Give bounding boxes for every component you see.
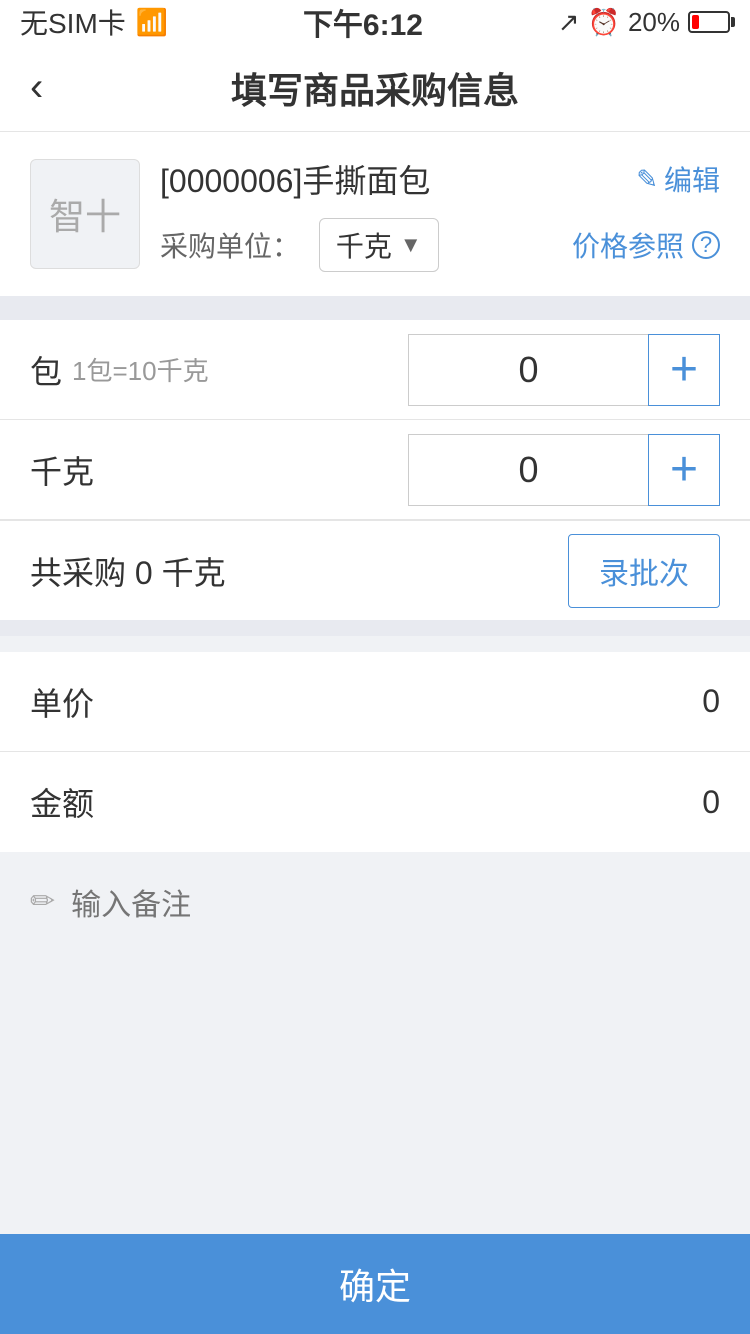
alarm-icon: ⏰ xyxy=(588,7,620,38)
notes-section: ✏ xyxy=(0,852,750,1192)
bag-plus-button[interactable]: + xyxy=(648,334,720,406)
status-indicators: ↗ ⏰ 20% xyxy=(558,7,730,38)
info-icon: ? xyxy=(692,231,720,259)
page-title: 填写商品采购信息 xyxy=(231,62,519,114)
quantity-section: 包 1包=10千克 + 千克 + xyxy=(0,320,750,520)
back-button[interactable]: ‹ xyxy=(30,65,43,110)
product-thumb-text: 智十 xyxy=(49,188,121,240)
section-divider-1 xyxy=(0,304,750,320)
amount-label: 金额 xyxy=(30,779,94,825)
product-unit-row: 采购单位： 千克 ▼ 价格参照 ? xyxy=(160,218,720,272)
amount-row: 金额 0 xyxy=(0,752,750,852)
price-ref-button[interactable]: 价格参照 ? xyxy=(572,225,720,265)
unit-value: 千克 xyxy=(336,225,392,265)
edit-icon: ✎ xyxy=(636,164,658,195)
edit-button[interactable]: ✎ 编辑 xyxy=(636,159,720,199)
bag-input-row: 包 1包=10千克 + xyxy=(0,320,750,420)
unit-price-row: 单价 0 xyxy=(0,652,750,752)
status-time: 下午6:12 xyxy=(303,0,423,44)
unit-arrow-icon: ▼ xyxy=(400,232,422,258)
nav-bar: ‹ 填写商品采购信息 xyxy=(0,44,750,132)
summary-total: 共采购 0 千克 xyxy=(30,548,226,594)
bag-sublabel: 1包=10千克 xyxy=(72,351,209,388)
unit-label: 采购单位： xyxy=(160,231,300,262)
battery-icon xyxy=(688,11,730,33)
kg-label: 千克 xyxy=(30,447,94,493)
edit-label: 编辑 xyxy=(664,159,720,199)
kg-input-row: 千克 + xyxy=(0,420,750,520)
wifi-icon: 📶 xyxy=(136,7,168,38)
unit-select[interactable]: 千克 ▼ xyxy=(319,218,439,272)
status-bar: 无SIM卡 📶 下午6:12 ↗ ⏰ 20% xyxy=(0,0,750,44)
product-info-top: [0000006]手撕面包 ✎ 编辑 xyxy=(160,156,720,202)
kg-quantity-input[interactable] xyxy=(408,434,648,506)
info-section: 单价 0 金额 0 xyxy=(0,652,750,852)
notes-input[interactable] xyxy=(71,880,720,1160)
product-thumbnail: 智十 xyxy=(30,159,140,269)
status-carrier: 无SIM卡 📶 xyxy=(20,2,168,42)
kg-controls: + xyxy=(408,434,720,506)
amount-value: 0 xyxy=(702,784,720,821)
batch-button[interactable]: 录批次 xyxy=(568,534,720,608)
kg-plus-button[interactable]: + xyxy=(648,434,720,506)
bag-controls: + xyxy=(408,334,720,406)
confirm-button[interactable]: 确定 xyxy=(0,1234,750,1334)
carrier-text: 无SIM卡 xyxy=(20,2,126,42)
product-name: [0000006]手撕面包 xyxy=(160,156,430,202)
product-info: [0000006]手撕面包 ✎ 编辑 采购单位： 千克 ▼ 价格参照 ? xyxy=(160,156,720,272)
unit-price-value: 0 xyxy=(702,683,720,720)
bag-label: 包 xyxy=(30,347,62,393)
unit-price-label: 单价 xyxy=(30,679,94,725)
unit-selector-group: 采购单位： 千克 ▼ xyxy=(160,218,439,272)
section-divider-2 xyxy=(0,620,750,636)
battery-percent: 20% xyxy=(628,7,680,38)
price-ref-label: 价格参照 xyxy=(572,225,684,265)
summary-row: 共采购 0 千克 录批次 xyxy=(0,520,750,620)
location-icon: ↗ xyxy=(558,7,580,38)
product-card: 智十 [0000006]手撕面包 ✎ 编辑 采购单位： 千克 ▼ xyxy=(0,132,750,304)
bag-quantity-input[interactable] xyxy=(408,334,648,406)
pencil-icon: ✏ xyxy=(30,884,55,919)
